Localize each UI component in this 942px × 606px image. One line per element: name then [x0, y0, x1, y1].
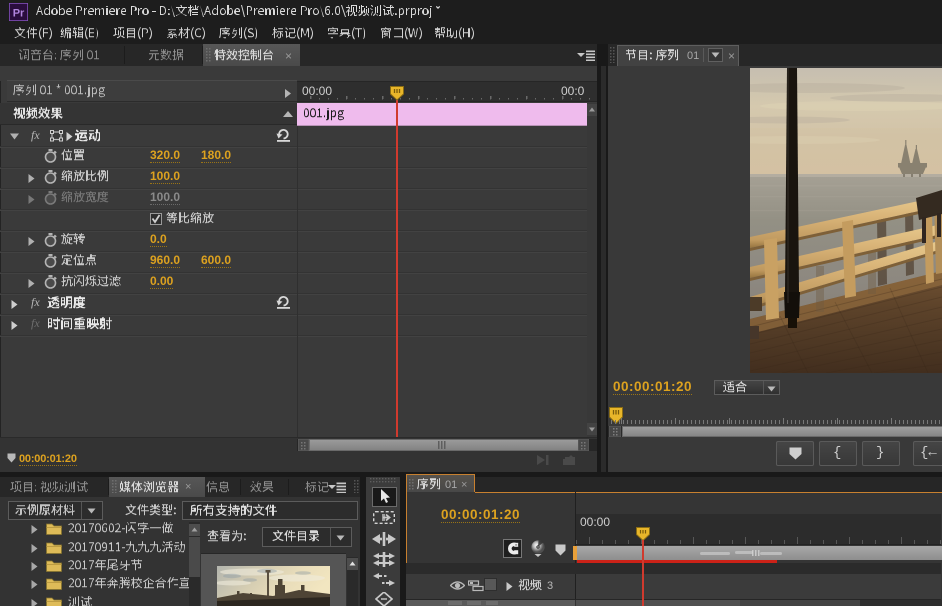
svg-text:Pr: Pr [13, 8, 25, 20]
svg-text:fx: fx [31, 316, 40, 330]
svg-text:fx: fx [31, 295, 40, 309]
svg-text:fx: fx [31, 128, 40, 142]
